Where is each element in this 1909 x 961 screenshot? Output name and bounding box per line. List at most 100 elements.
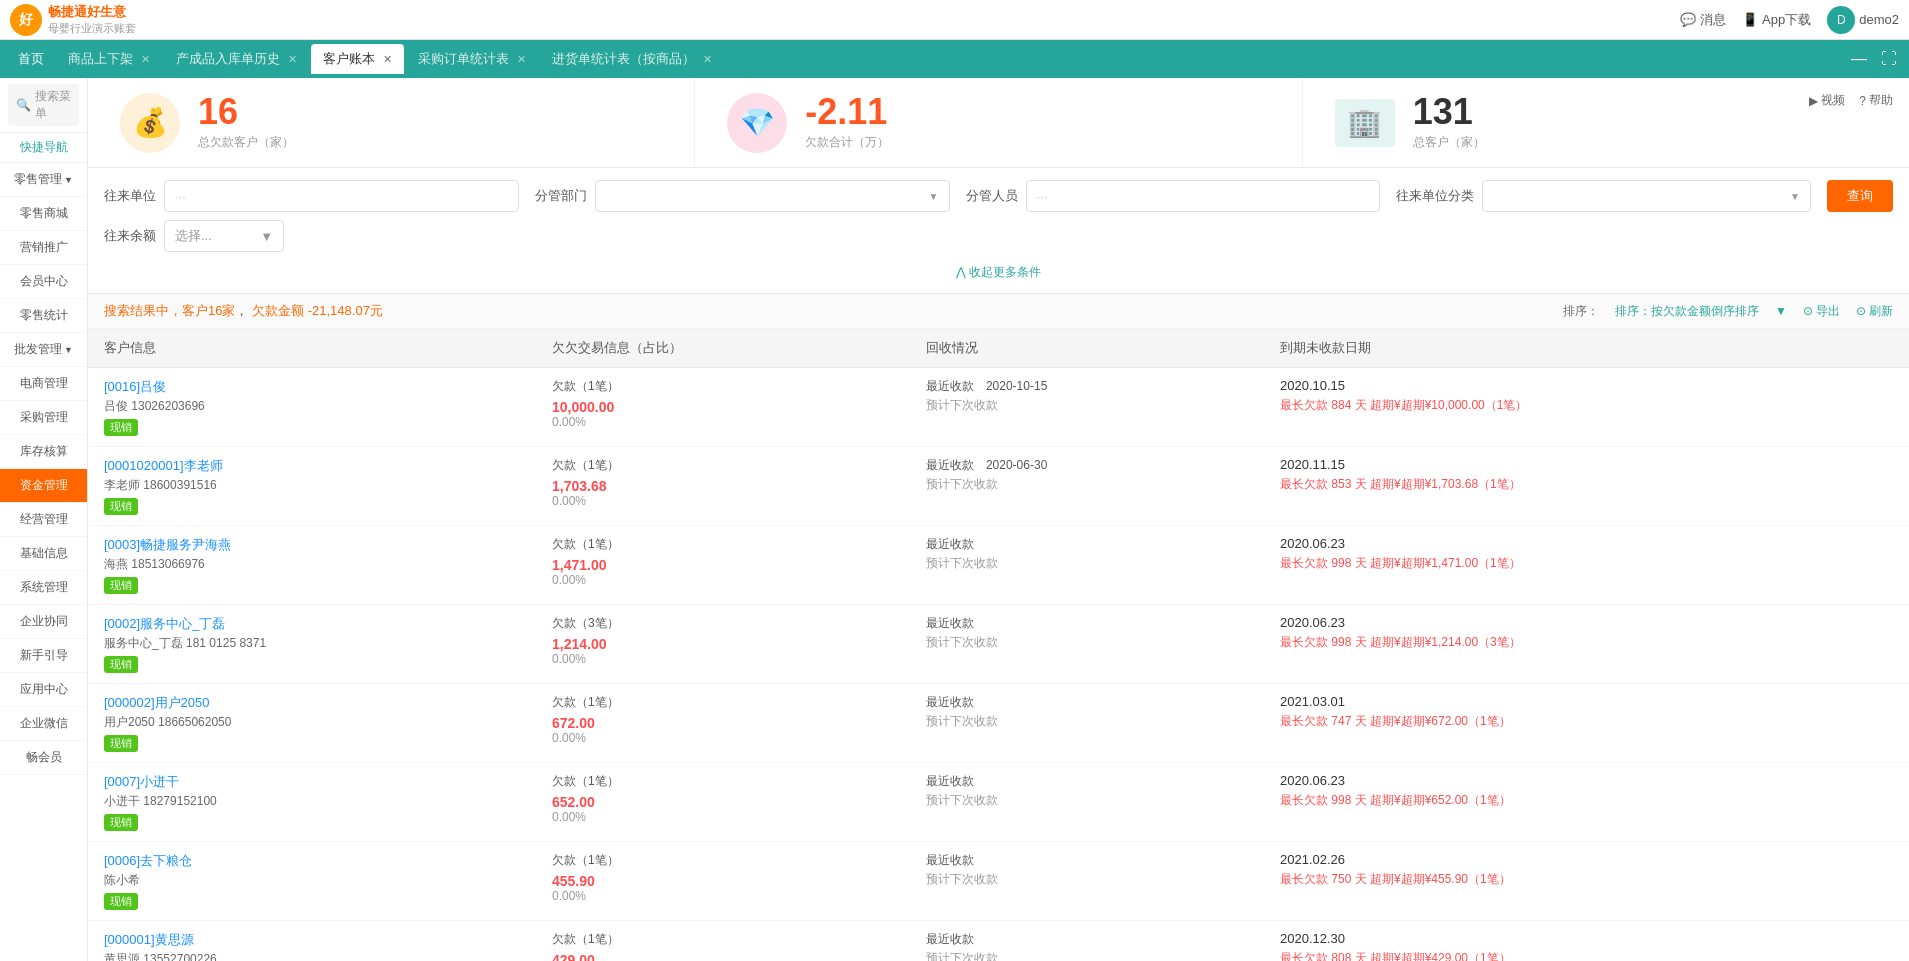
refresh-btn[interactable]: ⊙ 刷新	[1856, 303, 1893, 320]
sidebar-item-inventory[interactable]: 库存核算	[0, 435, 87, 469]
table-head: 客户信息 欠欠交易信息（占比） 回收情况 到期未收款日期	[88, 329, 1909, 368]
overdue-amount-6[interactable]: 最长欠款 750 天 超期¥超期¥455.90（1笔）	[1280, 871, 1893, 888]
overdue-amount-7[interactable]: 最长欠款 808 天 超期¥超期¥429.00（1笔）	[1280, 950, 1893, 961]
collection-latest-3: 最近收款	[926, 615, 1248, 632]
person-input[interactable]: ···	[1026, 180, 1381, 212]
owe-total-label: 欠款合计（万）	[805, 134, 889, 151]
collapse-btn[interactable]: ⋀ 收起更多条件	[104, 260, 1893, 285]
sidebar-item-system[interactable]: 系统管理	[0, 571, 87, 605]
overdue-amount-1[interactable]: 最长欠款 853 天 超期¥超期¥1,703.68（1笔）	[1280, 476, 1893, 493]
search-result-info: 搜索结果中，客户16家， 欠款金额 -21,148.07元	[104, 302, 383, 320]
owe-percent-0: 0.00%	[552, 415, 894, 429]
tab-close-icon[interactable]: ✕	[383, 53, 392, 66]
overdue-amount-2[interactable]: 最长欠款 998 天 超期¥超期¥1,471.00（1笔）	[1280, 555, 1893, 572]
customer-name-1[interactable]: [0001020001]李老师	[104, 457, 520, 475]
sidebar-item-retail-management[interactable]: 零售管理 ▼	[0, 163, 87, 197]
tab-customer-account[interactable]: 客户账本 ✕	[311, 44, 404, 74]
video-btn[interactable]: ▶ 视频	[1809, 92, 1845, 109]
tab-close-icon[interactable]: ✕	[703, 53, 712, 66]
sidebar-item-finance[interactable]: 资金管理	[0, 469, 87, 503]
overdue-amount-0[interactable]: 最长欠款 884 天 超期¥超期¥10,000.00（1笔）	[1280, 397, 1893, 414]
source-unit-input[interactable]: ···	[164, 180, 519, 212]
customer-name-5[interactable]: [0007]小迸干	[104, 773, 520, 791]
table-row: [000002]用户2050 用户2050 18665062050 现销 欠款（…	[88, 684, 1909, 763]
sidebar-item-batch-management[interactable]: 批发管理 ▼	[0, 333, 87, 367]
sidebar-item-app-center[interactable]: 应用中心	[0, 673, 87, 707]
user-menu[interactable]: D demo2	[1827, 6, 1899, 34]
customer-phone-2: 海燕 18513066976	[104, 556, 520, 573]
customer-name-2[interactable]: [0003]畅捷服务尹海燕	[104, 536, 520, 554]
owe-amount-2[interactable]: 1,471.00	[552, 557, 894, 573]
owe-amount-1[interactable]: 1,703.68	[552, 478, 894, 494]
customer-name-0[interactable]: [0016]吕俊	[104, 378, 520, 396]
stat-card-owe-total: 💎 -2.11 欠款合计（万）	[695, 78, 1302, 167]
sidebar-item-member[interactable]: 会员中心	[0, 265, 87, 299]
stat-info-1: 16 总欠款客户（家）	[198, 94, 294, 151]
person-label: 分管人员	[966, 187, 1018, 205]
cell-customer-3: [0002]服务中心_丁磊 服务中心_丁磊 181 0125 8371 现销	[88, 605, 536, 684]
cell-customer-0: [0016]吕俊 吕俊 13026203696 现销	[88, 368, 536, 447]
customer-tag-4: 现销	[104, 735, 138, 752]
search-label: 搜索菜单	[35, 88, 71, 122]
cell-due-2: 2020.06.23 最长欠款 998 天 超期¥超期¥1,471.00（1笔）	[1264, 526, 1909, 605]
owe-amount-7[interactable]: 429.00	[552, 952, 894, 961]
help-btn[interactable]: ? 帮助	[1859, 92, 1893, 109]
cell-collection-7: 最近收款 预计下次收款	[910, 921, 1264, 962]
customer-phone-1: 李老师 18600391516	[104, 477, 520, 494]
query-button[interactable]: 查询	[1827, 180, 1893, 212]
help-icon: ?	[1859, 94, 1866, 108]
overdue-amount-4[interactable]: 最长欠款 747 天 超期¥超期¥672.00（1笔）	[1280, 713, 1893, 730]
cell-owe-2: 欠款（1笔） 1,471.00 0.00%	[536, 526, 910, 605]
owe-amount-0[interactable]: 10,000.00	[552, 399, 894, 415]
cell-owe-3: 欠款（3笔） 1,214.00 0.00%	[536, 605, 910, 684]
tab-maximize-btn[interactable]: ⛶	[1877, 50, 1901, 68]
col-collection: 回收情况	[910, 329, 1264, 368]
sort-arrow-icon[interactable]: ▼	[1775, 304, 1787, 318]
tab-purchase-stats[interactable]: 进货单统计表（按商品） ✕	[540, 44, 724, 74]
owe-amount-3[interactable]: 1,214.00	[552, 636, 894, 652]
cell-due-4: 2021.03.01 最长欠款 747 天 超期¥超期¥672.00（1笔）	[1264, 684, 1909, 763]
sidebar-item-ecommerce[interactable]: 电商管理	[0, 367, 87, 401]
tab-close-icon[interactable]: ✕	[288, 53, 297, 66]
message-btn[interactable]: 💬 消息	[1680, 11, 1726, 29]
sidebar-item-enterprise[interactable]: 企业协同	[0, 605, 87, 639]
tab-minimize-btn[interactable]: —	[1847, 50, 1871, 68]
sort-select[interactable]: 排序：按欠款金额倒序排序	[1615, 303, 1759, 320]
stat-info-3: 131 总客户（家）	[1413, 94, 1485, 151]
sidebar-item-basic-info[interactable]: 基础信息	[0, 537, 87, 571]
category-input[interactable]: ▼	[1482, 180, 1811, 212]
sidebar-item-retail-mall[interactable]: 零售商城	[0, 197, 87, 231]
customer-name-4[interactable]: [000002]用户2050	[104, 694, 520, 712]
tab-label: 客户账本	[323, 50, 375, 68]
mobile-icon: 📱	[1742, 12, 1758, 27]
app-download-btn[interactable]: 📱 App下载	[1742, 11, 1811, 29]
balance-select[interactable]: 选择... ▼	[164, 220, 284, 252]
tab-close-icon[interactable]: ✕	[517, 53, 526, 66]
owe-amount-5[interactable]: 652.00	[552, 794, 894, 810]
owe-amount-6[interactable]: 455.90	[552, 873, 894, 889]
sidebar-item-retail-stats[interactable]: 零售统计	[0, 299, 87, 333]
category-arrow-icon: ▼	[1790, 191, 1800, 202]
sidebar-item-vip[interactable]: 畅会员	[0, 741, 87, 775]
overdue-amount-3[interactable]: 最长欠款 998 天 超期¥超期¥1,214.00（3笔）	[1280, 634, 1893, 651]
customer-name-7[interactable]: [000001]黄思源	[104, 931, 520, 949]
sidebar-item-enterprise-wechat[interactable]: 企业微信	[0, 707, 87, 741]
tab-home[interactable]: 首页	[8, 44, 54, 74]
customer-name-3[interactable]: [0002]服务中心_丁磊	[104, 615, 520, 633]
sidebar-item-purchase[interactable]: 采购管理	[0, 401, 87, 435]
tab-goods-offline[interactable]: 商品上下架 ✕	[56, 44, 162, 74]
owe-amount-4[interactable]: 672.00	[552, 715, 894, 731]
tab-purchase-order[interactable]: 采购订单统计表 ✕	[406, 44, 538, 74]
overdue-amount-5[interactable]: 最长欠款 998 天 超期¥超期¥652.00（1笔）	[1280, 792, 1893, 809]
sidebar-item-guide[interactable]: 新手引导	[0, 639, 87, 673]
customer-name-6[interactable]: [0006]去下粮仓	[104, 852, 520, 870]
search-menu-input[interactable]: 🔍 搜索菜单	[8, 84, 79, 126]
sidebar-item-marketing[interactable]: 营销推广	[0, 231, 87, 265]
tab-bar: 首页 商品上下架 ✕ 产成品入库单历史 ✕ 客户账本 ✕ 采购订单统计表 ✕ 进…	[0, 40, 1909, 78]
tab-close-icon[interactable]: ✕	[141, 53, 150, 66]
dept-input[interactable]: ▼	[595, 180, 950, 212]
tab-product-history[interactable]: 产成品入库单历史 ✕	[164, 44, 309, 74]
sidebar-item-operations[interactable]: 经营管理	[0, 503, 87, 537]
quick-nav[interactable]: 快捷导航	[0, 133, 87, 163]
export-btn[interactable]: ⊙ 导出	[1803, 303, 1840, 320]
